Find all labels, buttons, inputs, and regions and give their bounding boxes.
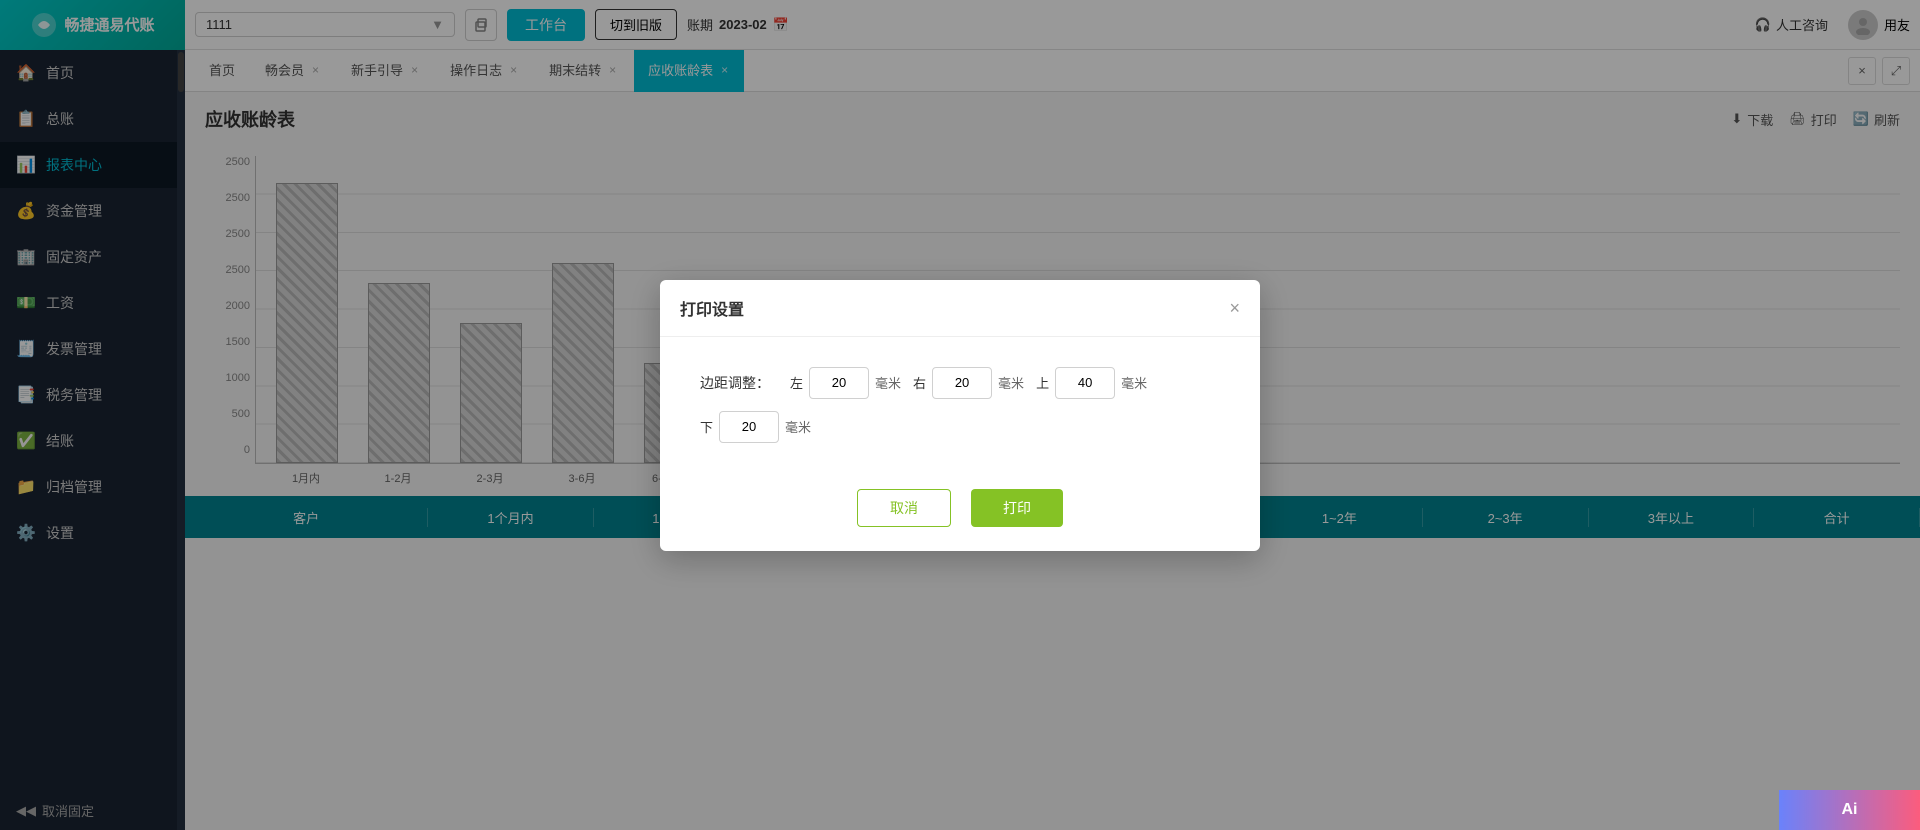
cancel-button[interactable]: 取消 xyxy=(857,489,951,527)
modal-body: 边距调整： 左 毫米 右 毫米 上 毫米 下 xyxy=(660,337,1260,473)
margin-bottom-input[interactable] xyxy=(719,411,779,443)
margin-right-label: 右 xyxy=(913,373,926,392)
ai-badge-label: Ai xyxy=(1842,801,1858,819)
margin-top-group: 上 毫米 xyxy=(1036,367,1147,399)
confirm-print-button[interactable]: 打印 xyxy=(971,489,1063,527)
margin-left-label: 左 xyxy=(790,373,803,392)
margin-top-label: 上 xyxy=(1036,373,1049,392)
margin-row: 边距调整： 左 毫米 右 毫米 上 毫米 下 xyxy=(700,367,1220,443)
margin-left-input[interactable] xyxy=(809,367,869,399)
margin-unit-top: 毫米 xyxy=(1121,373,1147,392)
margin-bottom-group: 下 毫米 xyxy=(700,411,811,443)
margin-bottom-label: 下 xyxy=(700,417,713,436)
margin-left-group: 左 毫米 xyxy=(790,367,901,399)
modal-header: 打印设置 × xyxy=(660,280,1260,337)
margin-right-input[interactable] xyxy=(932,367,992,399)
margin-label: 边距调整： xyxy=(700,373,770,393)
modal-title: 打印设置 xyxy=(680,296,744,320)
margin-unit-bottom: 毫米 xyxy=(785,417,811,436)
modal-close-button[interactable]: × xyxy=(1229,299,1240,317)
print-settings-modal: 打印设置 × 边距调整： 左 毫米 右 毫米 上 毫米 xyxy=(660,280,1260,551)
modal-footer: 取消 打印 xyxy=(660,473,1260,551)
margin-right-group: 右 毫米 xyxy=(913,367,1024,399)
ai-badge[interactable]: Ai xyxy=(1779,790,1920,830)
margin-unit-right: 毫米 xyxy=(998,373,1024,392)
modal-overlay[interactable]: 打印设置 × 边距调整： 左 毫米 右 毫米 上 毫米 xyxy=(0,0,1920,830)
margin-unit-left: 毫米 xyxy=(875,373,901,392)
margin-top-input[interactable] xyxy=(1055,367,1115,399)
